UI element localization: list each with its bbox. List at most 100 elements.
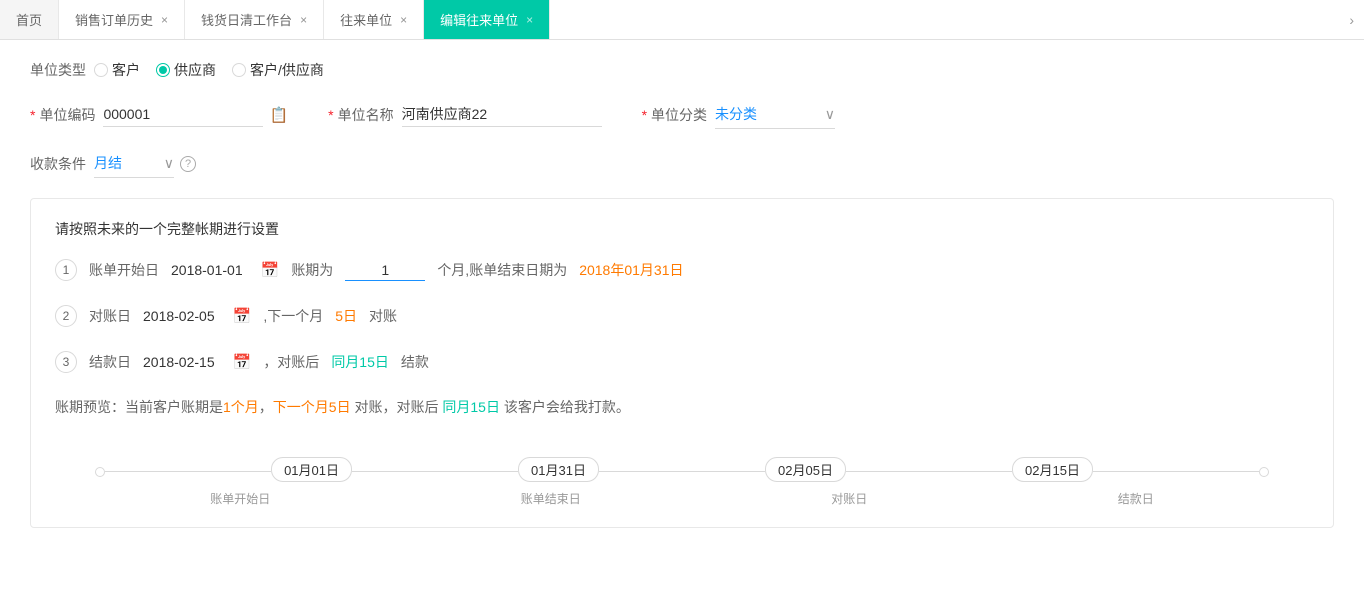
settings-section: 请按照未来的一个完整帐期进行设置 1 账单开始日 2018-01-01 📅 账期…	[30, 198, 1334, 528]
payment-terms-row: 收款条件 月结 ∨ ?	[30, 149, 1334, 178]
chevron-right-icon: ›	[1349, 12, 1354, 28]
tab-cash-workbench-label: 钱货日清工作台	[201, 10, 292, 29]
unit-category-required: *	[642, 107, 647, 123]
timeline: 01月01日 01月31日 02月05日 02月15日	[65, 437, 1299, 486]
timeline-date-2: 01月31日	[518, 457, 599, 482]
timeline-date-1: 01月01日	[271, 457, 352, 482]
unit-type-row: 单位类型 客户 供应商 客户/供应商	[30, 60, 1334, 80]
main-content: 单位类型 客户 供应商 客户/供应商 * 单位编码	[0, 40, 1364, 608]
tab-cash-workbench-close[interactable]: ×	[300, 13, 307, 27]
step-row-2: 2 对账日 2018-02-05 📅 ,下一个月 5日 对账	[55, 305, 1309, 327]
step-suffix-3-prefix: ，对账后	[263, 352, 319, 372]
timeline-label-2: 账单结束日	[521, 490, 581, 507]
tab-sales-history-close[interactable]: ×	[161, 13, 168, 27]
tab-edit-counterparty-label: 编辑往来单位	[440, 10, 518, 29]
unit-name-item: * 单位名称	[328, 102, 601, 127]
unit-code-required: *	[30, 107, 35, 123]
step-date-2: 2018-02-05	[143, 308, 215, 324]
tab-cash-workbench[interactable]: 钱货日清工作台 ×	[185, 0, 324, 39]
timeline-date-4: 02月15日	[1012, 457, 1093, 482]
timeline-label-4: 结款日	[1118, 490, 1154, 507]
tab-counterparty[interactable]: 往来单位 ×	[324, 0, 424, 39]
timeline-labels: 账单开始日 账单结束日 对账日 结款日	[65, 486, 1299, 507]
timeline-label-1: 账单开始日	[210, 490, 270, 507]
unit-info-row: * 单位编码 📋 * 单位名称 * 单位分类 未分类 ∨	[30, 100, 1334, 129]
help-icon[interactable]: ?	[180, 156, 196, 172]
timeline-line-4	[846, 471, 1012, 472]
tab-sales-history[interactable]: 销售订单历史 ×	[59, 0, 185, 39]
timeline-line-5	[1093, 471, 1259, 472]
timeline-point-2: 01月31日	[518, 457, 599, 486]
period-input[interactable]	[345, 260, 425, 281]
step-num-2: 2	[55, 305, 77, 327]
payment-terms-chevron-icon: ∨	[164, 155, 174, 172]
unit-name-label: 单位名称	[338, 105, 394, 125]
payment-terms-select[interactable]: 月结 ∨	[94, 149, 174, 178]
unit-category-select[interactable]: 未分类 ∨	[715, 100, 835, 129]
preview-suffix: 该客户会给我打款。	[500, 399, 630, 415]
preview-middle1: ，	[259, 399, 273, 415]
unit-type-item: 单位类型 客户 供应商 客户/供应商	[30, 60, 324, 80]
unit-category-item: * 单位分类 未分类 ∨	[642, 100, 835, 129]
step-label-1: 账单开始日	[89, 260, 159, 280]
step-date-3: 2018-02-15	[143, 354, 215, 370]
step-suffix-2-highlight: 5日	[335, 306, 357, 326]
radio-customer-supplier[interactable]: 客户/供应商	[232, 60, 324, 80]
preview-part2: 下一个月5日	[273, 399, 351, 415]
preview-text: 账期预览：当前客户账期是1个月，下一个月5日 对账，对账后 同月15日 该客户会…	[55, 397, 1309, 417]
unit-code-copy-icon[interactable]: 📋	[269, 106, 288, 124]
step-suffix-3-highlight: 同月15日	[331, 352, 389, 372]
tab-sales-history-label: 销售订单历史	[75, 10, 153, 29]
unit-category-label: 单位分类	[651, 105, 707, 125]
step-suffix-3-end: 结款	[401, 352, 429, 372]
step-period-prefix: 账期为	[291, 260, 333, 280]
calendar-icon-1[interactable]: 📅	[261, 261, 280, 279]
calendar-icon-2[interactable]: 📅	[233, 307, 252, 325]
timeline-end-dot	[1259, 467, 1269, 477]
tab-edit-counterparty[interactable]: 编辑往来单位 ×	[424, 0, 550, 39]
radio-customer-label: 客户	[112, 60, 140, 80]
unit-code-input[interactable]	[103, 102, 263, 127]
radio-customer-supplier-label: 客户/供应商	[250, 60, 324, 80]
step-label-3: 结款日	[89, 352, 131, 372]
calendar-icon-3[interactable]: 📅	[233, 353, 252, 371]
unit-type-label: 单位类型	[30, 60, 86, 80]
unit-type-radio-group: 客户 供应商 客户/供应商	[94, 60, 324, 80]
step-date-1: 2018-01-01	[171, 262, 243, 278]
step-row-1: 1 账单开始日 2018-01-01 📅 账期为 个月,账单结束日期为 2018…	[55, 259, 1309, 281]
timeline-point-3: 02月05日	[765, 457, 846, 486]
unit-category-value: 未分类	[715, 104, 817, 124]
radio-supplier[interactable]: 供应商	[156, 60, 216, 80]
step-suffix-2-end: 对账	[369, 306, 397, 326]
timeline-date-3: 02月05日	[765, 457, 846, 482]
tab-home[interactable]: 首页	[0, 0, 59, 39]
unit-name-input[interactable]	[402, 102, 602, 127]
tab-counterparty-close[interactable]: ×	[400, 13, 407, 27]
payment-terms-item: 收款条件 月结 ∨ ?	[30, 149, 196, 178]
radio-customer-circle	[94, 63, 108, 77]
timeline-line-3	[599, 471, 765, 472]
step-num-1: 1	[55, 259, 77, 281]
unit-code-item: * 单位编码 📋	[30, 102, 288, 127]
tab-counterparty-label: 往来单位	[340, 10, 392, 29]
step-period-suffix: 个月,账单结束日期为	[437, 260, 567, 280]
timeline-label-3: 对账日	[831, 490, 867, 507]
tab-home-label: 首页	[16, 10, 42, 29]
preview-part3: 同月15日	[442, 399, 500, 415]
radio-supplier-circle	[156, 63, 170, 77]
step-label-2: 对账日	[89, 306, 131, 326]
timeline-point-4: 02月15日	[1012, 457, 1093, 486]
unit-name-required: *	[328, 107, 333, 123]
tab-edit-counterparty-close[interactable]: ×	[526, 13, 533, 27]
section-description: 请按照未来的一个完整帐期进行设置	[55, 219, 1309, 239]
step-row-3: 3 结款日 2018-02-15 📅 ，对账后 同月15日 结款	[55, 351, 1309, 373]
step-num-3: 3	[55, 351, 77, 373]
timeline-start-dot	[95, 467, 105, 477]
timeline-point-1: 01月01日	[271, 457, 352, 486]
preview-part1: 1个月	[223, 399, 259, 415]
radio-customer[interactable]: 客户	[94, 60, 140, 80]
step-suffix-2-prefix: ,下一个月	[263, 306, 323, 326]
timeline-container: 01月01日 01月31日 02月05日 02月15日 账单开始日	[55, 437, 1309, 507]
tab-more-button[interactable]: ›	[1339, 0, 1364, 39]
preview-middle2: 对账，对账后	[351, 399, 443, 415]
